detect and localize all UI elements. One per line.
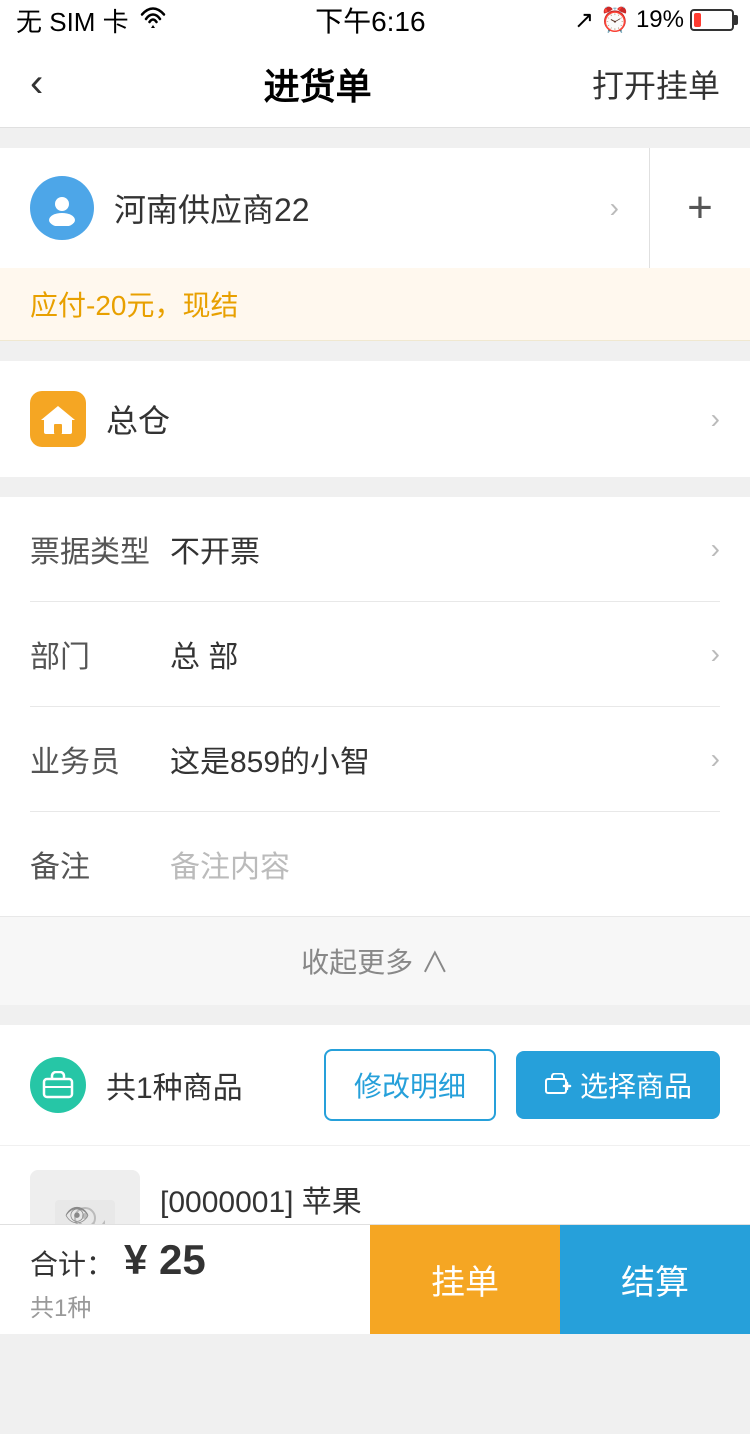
status-left: 无 SIM 卡 xyxy=(16,2,167,39)
battery-icon xyxy=(690,9,734,31)
warehouse-row[interactable]: 总仓 › xyxy=(0,361,750,477)
open-pending-button[interactable]: 打开挂单 xyxy=(592,61,720,107)
cart-icon xyxy=(544,1073,572,1097)
add-supplier-button[interactable]: + xyxy=(650,155,750,261)
remark-row[interactable]: 备注 备注内容 xyxy=(0,812,750,916)
plus-icon: + xyxy=(687,183,713,233)
bottom-bar: 合计： ¥ 25 共1种 挂单 结算 xyxy=(0,1224,750,1334)
supplier-name: 河南供应商22 xyxy=(114,185,600,231)
warehouse-icon xyxy=(30,391,86,447)
dept-chevron-icon: › xyxy=(711,638,720,670)
alarm-icon: ⏰ xyxy=(600,6,630,35)
total-amount: ¥ 25 xyxy=(124,1236,206,1284)
invoice-label: 票据类型 xyxy=(30,527,150,571)
warehouse-chevron-icon: › xyxy=(711,403,720,435)
edit-detail-button[interactable]: 修改明细 xyxy=(324,1049,496,1121)
checkout-button[interactable]: 结算 xyxy=(560,1225,750,1334)
hang-order-button[interactable]: 挂单 xyxy=(370,1225,560,1334)
select-product-label: 选择商品 xyxy=(580,1065,692,1105)
remark-label: 备注 xyxy=(30,842,150,886)
total-section: 合计： ¥ 25 共1种 xyxy=(0,1225,370,1334)
sales-value: 这是859的小智 xyxy=(150,737,701,781)
sales-row[interactable]: 业务员 这是859的小智 › xyxy=(0,707,750,811)
carrier-label: 无 SIM 卡 xyxy=(16,2,129,39)
supplier-section: 河南供应商22 › + xyxy=(0,148,750,268)
products-count: 共1种商品 xyxy=(106,1063,304,1107)
chevron-right-icon: › xyxy=(610,192,619,224)
dept-value: 总 部 xyxy=(150,632,701,676)
status-bar: 无 SIM 卡 下午6:16 ↗ ⏰ 19% xyxy=(0,0,750,40)
invoice-value: 不开票 xyxy=(150,527,701,571)
sales-chevron-icon: › xyxy=(711,743,720,775)
page-title: 进货单 xyxy=(264,58,372,110)
total-label: 合计： xyxy=(30,1243,114,1283)
select-product-button[interactable]: 选择商品 xyxy=(516,1051,720,1119)
form-section: 票据类型 不开票 › 部门 总 部 › 业务员 这是859的小智 › 备注 备注… xyxy=(0,497,750,916)
products-icon xyxy=(30,1057,86,1113)
dept-row[interactable]: 部门 总 部 › xyxy=(0,602,750,706)
supplier-avatar xyxy=(30,176,94,240)
collapse-bar[interactable]: 收起更多 ∧ xyxy=(0,916,750,1005)
invoice-type-row[interactable]: 票据类型 不开票 › xyxy=(0,497,750,601)
products-header: 共1种商品 修改明细 选择商品 xyxy=(0,1025,750,1145)
product-name: [0000001] 苹果 xyxy=(160,1177,648,1221)
battery-percent: 19% xyxy=(636,6,684,34)
wifi-icon xyxy=(139,5,167,36)
back-button[interactable]: ‹ xyxy=(30,61,43,106)
sales-label: 业务员 xyxy=(30,737,150,781)
supplier-selector[interactable]: 河南供应商22 › xyxy=(0,148,650,268)
total-sub: 共1种 xyxy=(30,1288,340,1323)
dept-label: 部门 xyxy=(30,632,150,676)
collapse-label: 收起更多 ∧ xyxy=(301,947,449,978)
remark-input[interactable]: 备注内容 xyxy=(150,842,720,886)
warehouse-name: 总仓 xyxy=(106,396,701,442)
product-code: [0000001] 苹果 xyxy=(160,1186,362,1219)
status-right: ↗ ⏰ 19% xyxy=(574,6,734,35)
invoice-chevron-icon: › xyxy=(711,533,720,565)
notice-text: 应付-20元，现结 xyxy=(30,290,238,321)
location-icon: ↗ xyxy=(574,6,594,35)
notice-bar: 应付-20元，现结 xyxy=(0,268,750,341)
nav-bar: ‹ 进货单 打开挂单 xyxy=(0,40,750,128)
status-time: 下午6:16 xyxy=(315,0,426,40)
